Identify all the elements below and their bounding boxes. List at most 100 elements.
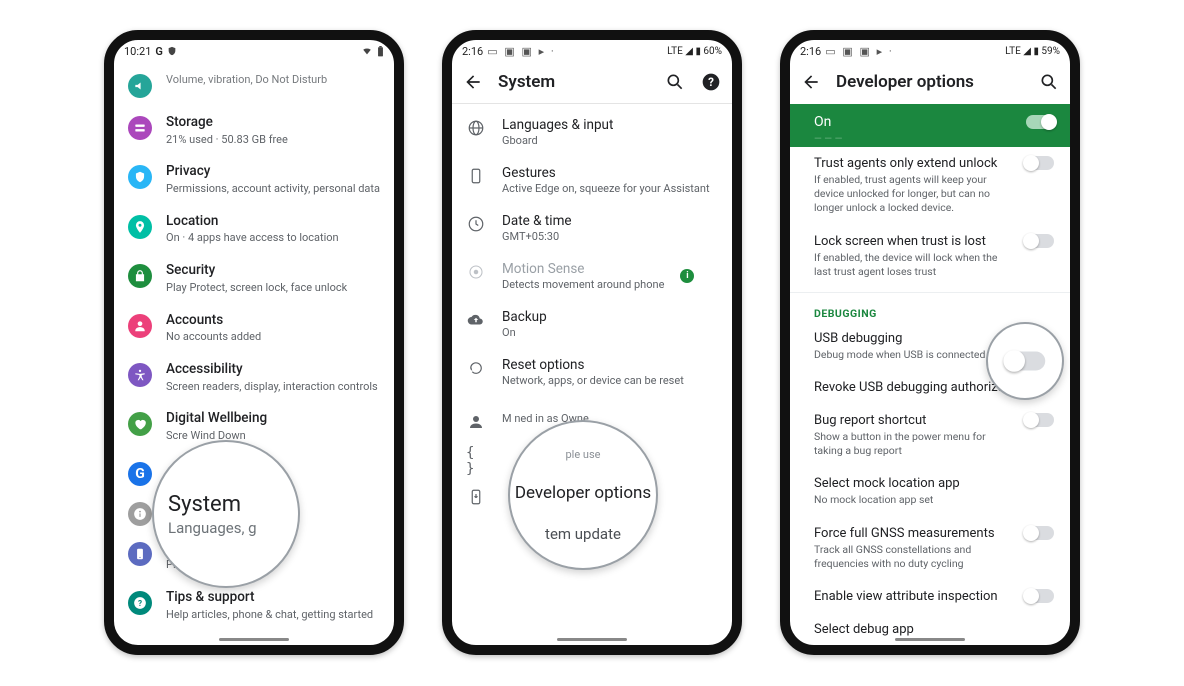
google-icon: G: [128, 462, 152, 486]
item-sub: No mock location app set: [814, 493, 1054, 507]
security-icon: [128, 264, 152, 288]
phone-settings: 10:21 G Volume, vibration, Do Not Distur…: [104, 30, 404, 655]
item-sub: Permissions, account activity, personal …: [166, 182, 380, 197]
item-sub: If enabled, the device will lock when th…: [814, 251, 1012, 279]
help-button[interactable]: ?: [700, 71, 722, 93]
privacy-icon: [128, 165, 152, 189]
on-label: On: [814, 114, 831, 130]
item-sub: Gboard: [502, 134, 613, 147]
dev-item-bugreport[interactable]: Bug report shortcut Show a button in the …: [790, 404, 1070, 467]
cutoff-row: — — —: [790, 134, 1070, 147]
magnifier-system: System Languages, g: [152, 440, 300, 588]
item-sub: If enabled, trust agents will keep your …: [814, 173, 1012, 216]
item-sub: On: [502, 326, 547, 339]
dev-item-trust-agents[interactable]: Trust agents only extend unlock If enable…: [790, 147, 1070, 225]
search-button[interactable]: [664, 71, 686, 93]
item-title: Reset options: [502, 357, 684, 373]
status-time: 2:16: [800, 45, 821, 58]
reset-icon: [466, 358, 486, 378]
system-item-backup[interactable]: BackupOn: [452, 300, 732, 348]
magnifier-title: Developer options: [515, 483, 651, 503]
system-header: System ?: [452, 60, 732, 104]
sound-icon: [128, 74, 152, 98]
wifi-icon: [361, 46, 373, 56]
item-title: Gestures: [502, 165, 710, 181]
dev-item-gnss[interactable]: Force full GNSS measurementsTrack all GN…: [790, 517, 1070, 580]
item-title: Motion Sense: [502, 261, 664, 277]
about-icon: [128, 542, 152, 566]
toggle-switch[interactable]: [1024, 526, 1054, 540]
item-title: Security: [166, 262, 380, 280]
settings-item-security[interactable]: Security Play Protect, screen lock, face…: [114, 254, 394, 303]
usb-debug-switch-zoom[interactable]: [1005, 352, 1046, 371]
back-button[interactable]: [800, 71, 822, 93]
system-item-datetime[interactable]: Date & timeGMT+05:30: [452, 204, 732, 252]
settings-item-accounts[interactable]: Accounts No accounts added: [114, 304, 394, 353]
item-title: Storage: [166, 114, 380, 132]
settings-item-sound[interactable]: Volume, vibration, Do Not Disturb: [114, 64, 394, 106]
dev-item-lock-trust[interactable]: Lock screen when trust is lost If enabled…: [790, 225, 1070, 288]
wellbeing-icon: [128, 412, 152, 436]
item-title: Select mock location app: [814, 476, 1054, 491]
item-title: Bug report shortcut: [814, 413, 1012, 428]
settings-item-location[interactable]: Location On · 4 apps have access to loca…: [114, 205, 394, 254]
page-title: Developer options: [836, 72, 1024, 92]
phone-developer: 2:16 ▭ ▣ ▣ ▸ · LTE ◢ ▮ 59% Developer opt…: [780, 30, 1080, 655]
item-title: Trust agents only extend unlock: [814, 156, 1012, 171]
item-sub: Screen readers, display, interaction con…: [166, 380, 380, 395]
item-title: Tips & support: [166, 589, 380, 607]
toggle-switch[interactable]: [1024, 589, 1054, 603]
accounts-icon: [128, 314, 152, 338]
location-icon: [128, 215, 152, 239]
gesture-icon: [466, 166, 486, 186]
item-title: Languages & input: [502, 117, 613, 133]
item-title: Lock screen when trust is lost: [814, 234, 1012, 249]
svg-text:?: ?: [138, 598, 142, 608]
settings-item-tips[interactable]: ? Tips & support Help articles, phone & …: [114, 581, 394, 630]
dev-item-debug-app[interactable]: Select debug app: [790, 613, 1070, 646]
toggle-switch[interactable]: [1024, 234, 1054, 248]
item-sub: Active Edge on, squeeze for your Assista…: [502, 182, 710, 195]
settings-item-accessibility[interactable]: Accessibility Screen readers, display, i…: [114, 353, 394, 402]
clock-icon: [466, 214, 486, 234]
item-title: Accounts: [166, 312, 380, 330]
developer-header: Developer options: [790, 60, 1070, 104]
divider: [790, 292, 1070, 293]
phone-system: 2:16 ▭ ▣ ▣ ▸ · LTE ◢ ▮ 60% System ? Lang…: [442, 30, 742, 655]
help-icon: ?: [128, 591, 152, 615]
toggle-switch[interactable]: [1024, 413, 1054, 427]
status-bar: 2:16 ▭ ▣ ▣ ▸ · LTE ◢ ▮ 59%: [790, 40, 1070, 60]
item-sub: Volume, vibration, Do Not Disturb: [166, 73, 380, 88]
status-time: 2:16: [462, 45, 483, 58]
status-google-icon: G: [155, 45, 163, 58]
update-icon: [466, 487, 486, 507]
back-button[interactable]: [462, 71, 484, 93]
system-item-gestures[interactable]: GesturesActive Edge on, squeeze for your…: [452, 156, 732, 204]
item-title: Enable view attribute inspection: [814, 589, 1012, 604]
status-bar: 2:16 ▭ ▣ ▣ ▸ · LTE ◢ ▮ 60%: [452, 40, 732, 60]
settings-item-privacy[interactable]: Privacy Permissions, account activity, p…: [114, 155, 394, 204]
status-right: LTE ◢ ▮ 59%: [1005, 46, 1060, 57]
item-title: Backup: [502, 309, 547, 325]
settings-item-storage[interactable]: Storage 21% used · 50.83 GB free: [114, 106, 394, 155]
item-sub: Track all GNSS constellations and freque…: [814, 543, 1012, 571]
dev-item-mock-location[interactable]: Select mock location app No mock location…: [790, 467, 1070, 516]
item-title: Date & time: [502, 213, 572, 229]
toggle-switch[interactable]: [1024, 156, 1054, 170]
item-sub: Show a button in the power menu for taki…: [814, 430, 1012, 458]
page-title: System: [498, 72, 650, 92]
item-sub: GMT+05:30: [502, 230, 572, 243]
system-item-motion[interactable]: Motion SenseDetects movement around phon…: [452, 252, 732, 300]
item-sub: Detects movement around phone: [502, 278, 664, 291]
search-button[interactable]: [1038, 71, 1060, 93]
master-switch[interactable]: [1026, 115, 1056, 129]
item-title: Location: [166, 213, 380, 231]
magnifier-title: System: [168, 492, 298, 517]
svg-text:?: ?: [708, 75, 714, 89]
settings-item-wellbeing[interactable]: Digital Wellbeing Scre Wind Down: [114, 402, 394, 451]
system-item-languages[interactable]: Languages & inputGboard: [452, 108, 732, 156]
magnifier-sub: Languages, g: [168, 519, 298, 537]
system-item-reset[interactable]: Reset optionsNetwork, apps, or device ca…: [452, 348, 732, 396]
dev-item-view-attr[interactable]: Enable view attribute inspection: [790, 580, 1070, 613]
magnifier-usb-switch: [986, 322, 1064, 400]
